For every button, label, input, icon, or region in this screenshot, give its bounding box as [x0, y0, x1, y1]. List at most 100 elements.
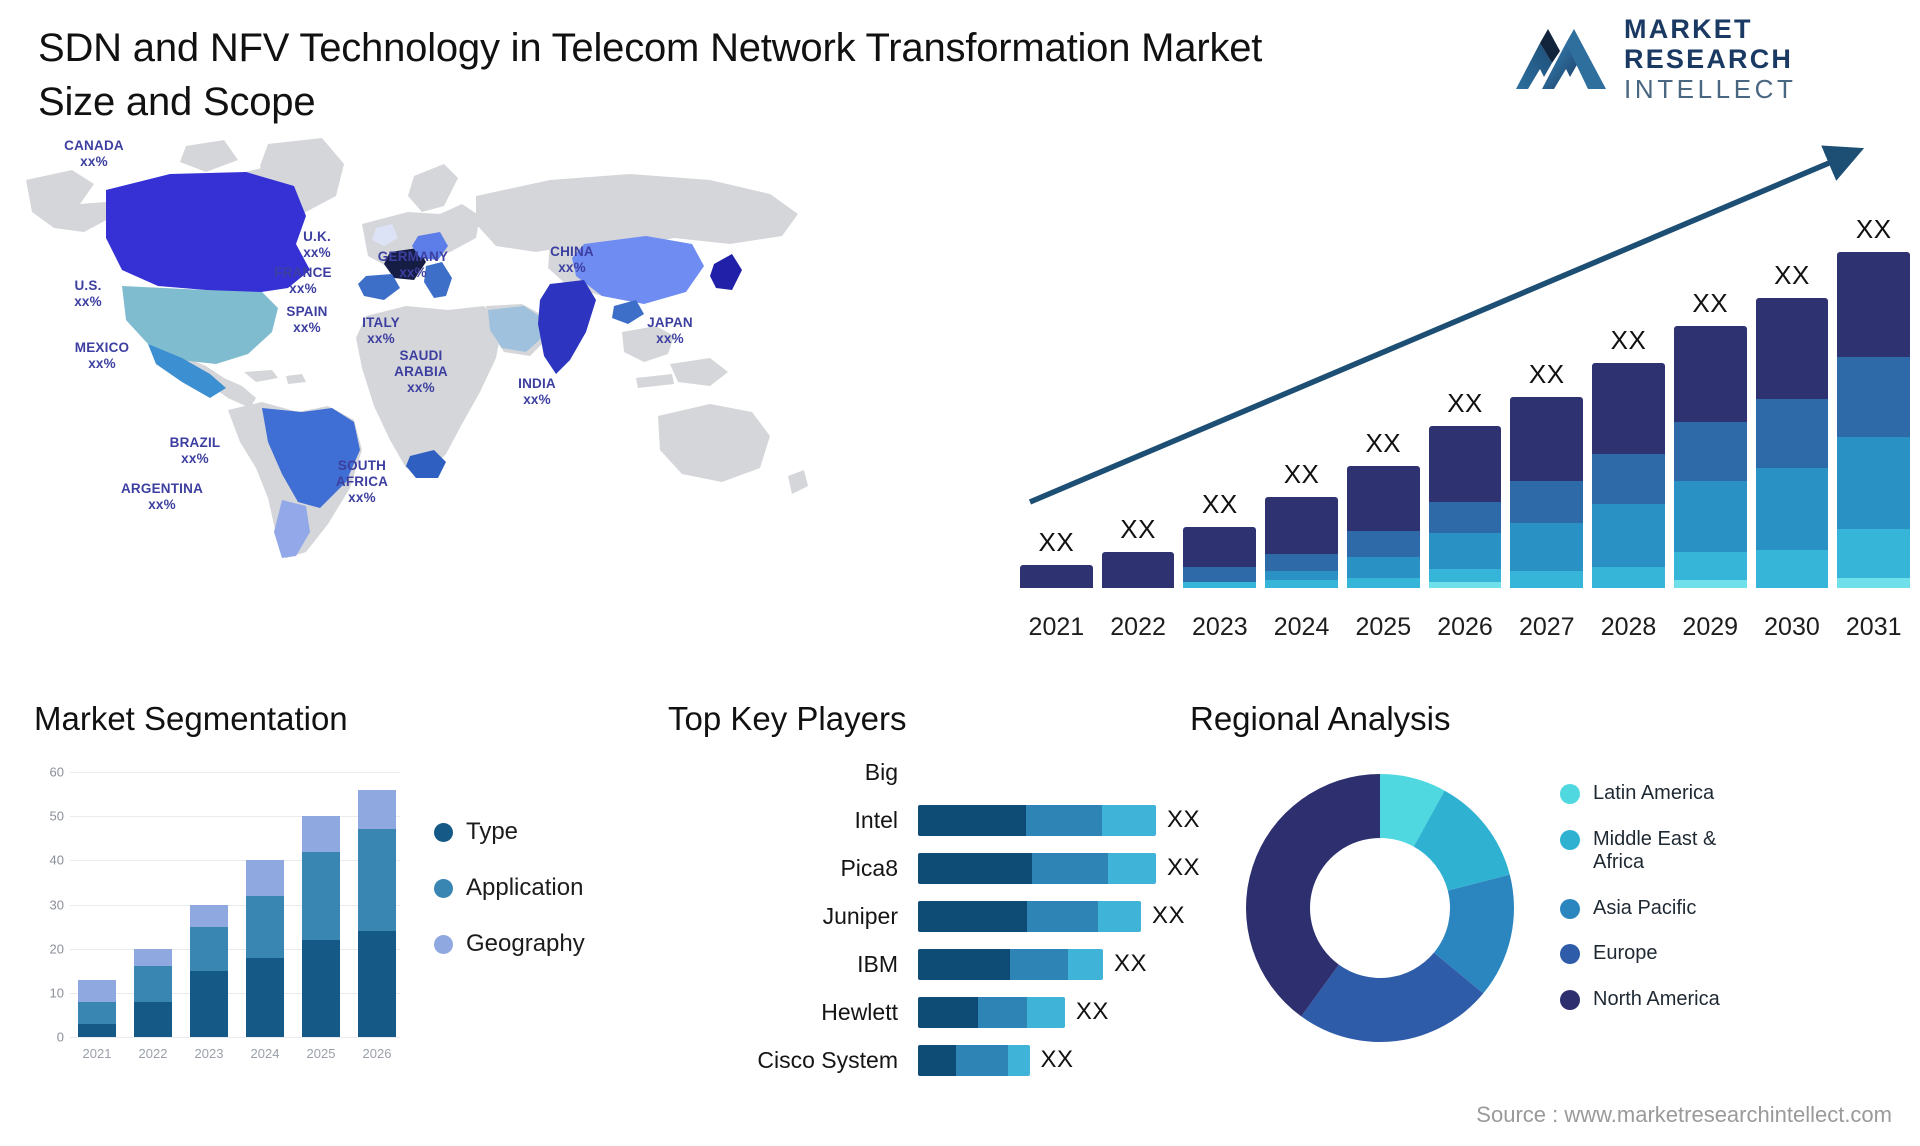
forecast-bar-segment: [1346, 531, 1420, 557]
segmentation-legend-item[interactable]: Application: [434, 874, 585, 902]
segmentation-y-tick: 40: [49, 852, 64, 868]
map-label-italy: ITALY xx%: [362, 315, 400, 346]
regional-legend-item[interactable]: Middle East & Africa: [1560, 828, 1753, 875]
segmentation-y-tick: 10: [49, 985, 64, 1001]
regional-legend-label: Europe: [1593, 942, 1658, 965]
segmentation-legend-item[interactable]: Type: [434, 818, 585, 846]
map-country-us: [122, 286, 278, 364]
forecast-bar-stack: [1673, 325, 1747, 588]
key-player-bar: [918, 948, 1103, 980]
map-label-spain: SPAIN xx%: [286, 304, 328, 335]
regional-analysis-title: Regional Analysis: [1190, 700, 1451, 737]
forecast-bar-2030: XX: [1755, 260, 1829, 588]
forecast-bar-segment: [1428, 501, 1502, 534]
segmentation-x-label: 2021: [82, 1046, 112, 1061]
forecast-bar-segment: [1265, 571, 1338, 580]
regional-legend-label: North America: [1593, 987, 1720, 1010]
forecast-bar-stack: [1510, 396, 1584, 588]
forecast-bar-2024: XX: [1265, 459, 1338, 588]
forecast-year-label: 2027: [1518, 613, 1575, 641]
header: SDN and NFV Technology in Telecom Networ…: [0, 0, 1920, 136]
segmentation-bar-segment: [302, 816, 340, 852]
forecast-bar-segment: [1183, 567, 1257, 582]
legend-dot-icon: [434, 822, 453, 842]
segmentation-y-tick: 0: [56, 1029, 64, 1045]
legend-dot-icon: [1560, 944, 1580, 965]
map-country-sea: [612, 300, 644, 324]
forecast-bar-stack: [1837, 252, 1911, 588]
key-player-bar: [918, 852, 1156, 884]
segmentation-x-label: 2026: [362, 1046, 392, 1061]
map-label-u-s-: U.S. xx%: [74, 278, 102, 309]
legend-dot-icon: [434, 934, 453, 954]
forecast-year-label: 2023: [1192, 613, 1248, 641]
segmentation-bar-segment: [134, 1001, 172, 1037]
map-label-south-africa: SOUTH AFRICA xx%: [335, 458, 389, 505]
legend-dot-icon: [1560, 829, 1580, 850]
forecast-bar-segment: [1837, 529, 1911, 578]
map-label-canada: CANADA xx%: [64, 138, 124, 169]
forecast-bar-value: XX: [1201, 489, 1238, 520]
forecast-bar-segment: [1592, 567, 1665, 588]
forecast-bar-2025: XX: [1346, 428, 1420, 588]
key-player-bar-segment: [977, 996, 1027, 1028]
key-player-bar-segment: [918, 948, 1011, 980]
regional-legend-item[interactable]: Asia Pacific: [1560, 897, 1753, 921]
logo-line-research: RESEARCH: [1624, 44, 1794, 74]
key-player-bar-row: XX: [918, 892, 1200, 940]
regional-analysis-panel: Regional Analysis Latin America Middle Ea…: [1190, 700, 1920, 1140]
segmentation-bar-segment: [78, 979, 116, 1002]
map-country-japan: [710, 254, 742, 290]
forecast-bar-segment: [1346, 466, 1420, 532]
segmentation-x-label: 2023: [194, 1046, 224, 1061]
segmentation-legend-item[interactable]: Geography: [434, 930, 585, 958]
regional-legend-item[interactable]: North America: [1560, 988, 1753, 1012]
forecast-bar-value: XX: [1038, 526, 1075, 557]
market-segmentation-panel: Market Segmentation 0 10 20 30 40 50 60 2021 20…: [34, 700, 634, 1140]
key-player-label: Juniper: [822, 902, 898, 929]
segmentation-legend: Type Application Geography: [434, 818, 585, 958]
key-player-bar: [918, 1044, 1030, 1076]
regional-legend-item[interactable]: Latin America: [1560, 782, 1753, 806]
segmentation-bar-segment: [246, 957, 284, 1037]
segmentation-bar-2021: [78, 772, 116, 1037]
forecast-bar-stack: [1265, 496, 1338, 588]
forecast-bar-segment: [1101, 552, 1175, 588]
donut-svg: [1246, 774, 1514, 1042]
forecast-bar-segment: [1428, 581, 1502, 588]
forecast-bar-segment: [1428, 569, 1502, 582]
segmentation-bar-2024: [246, 772, 284, 1037]
segmentation-gridline: [70, 1037, 400, 1038]
forecast-bar-segment: [1673, 579, 1747, 588]
forecast-bar-segment: [1837, 436, 1911, 530]
forecast-bar-stack: [1592, 363, 1665, 588]
forecast-bar-stack: [1346, 466, 1420, 588]
forecast-year-label: 2028: [1600, 613, 1657, 641]
forecast-year-label: 2021: [1028, 613, 1085, 641]
page-title: SDN and NFV Technology in Telecom Networ…: [38, 26, 1263, 124]
key-players-label-column: Big Intel Pica8 Juniper IBM Hewlett Cisco Syst…: [640, 748, 902, 1084]
key-players-row-offset: [918, 748, 1200, 796]
forecast-year-label: 2029: [1682, 613, 1739, 641]
forecast-bar-segment: [1510, 571, 1584, 588]
segmentation-bar-segment: [358, 931, 396, 1037]
key-player-value: XX: [1166, 806, 1200, 833]
market-segmentation-title: Market Segmentation: [34, 700, 348, 737]
regional-legend-item[interactable]: Europe: [1560, 942, 1753, 966]
key-player-bar-segment: [1026, 900, 1098, 932]
key-player-bar-row: XX: [918, 796, 1200, 844]
segmentation-bar-segment: [190, 926, 228, 971]
forecast-bar-2031: XX: [1837, 214, 1911, 588]
forecast-bar-segment: [1020, 564, 1093, 588]
regional-donut-chart: [1240, 768, 1520, 1048]
forecast-bar-segment: [1510, 522, 1584, 572]
segmentation-bar-2026: [358, 772, 396, 1037]
regional-legend-label: Latin America: [1593, 782, 1715, 804]
map-label-france: FRANCE xx%: [274, 265, 332, 296]
segmentation-y-tick: 20: [49, 941, 64, 957]
map-label-saudi-arabia: SAUDI ARABIA xx%: [394, 348, 448, 395]
map-country-india: [538, 280, 596, 374]
forecast-bar-segment: [1510, 396, 1584, 481]
top-key-players-title: Top Key Players: [668, 700, 907, 737]
forecast-year-label: 2022: [1110, 613, 1166, 641]
